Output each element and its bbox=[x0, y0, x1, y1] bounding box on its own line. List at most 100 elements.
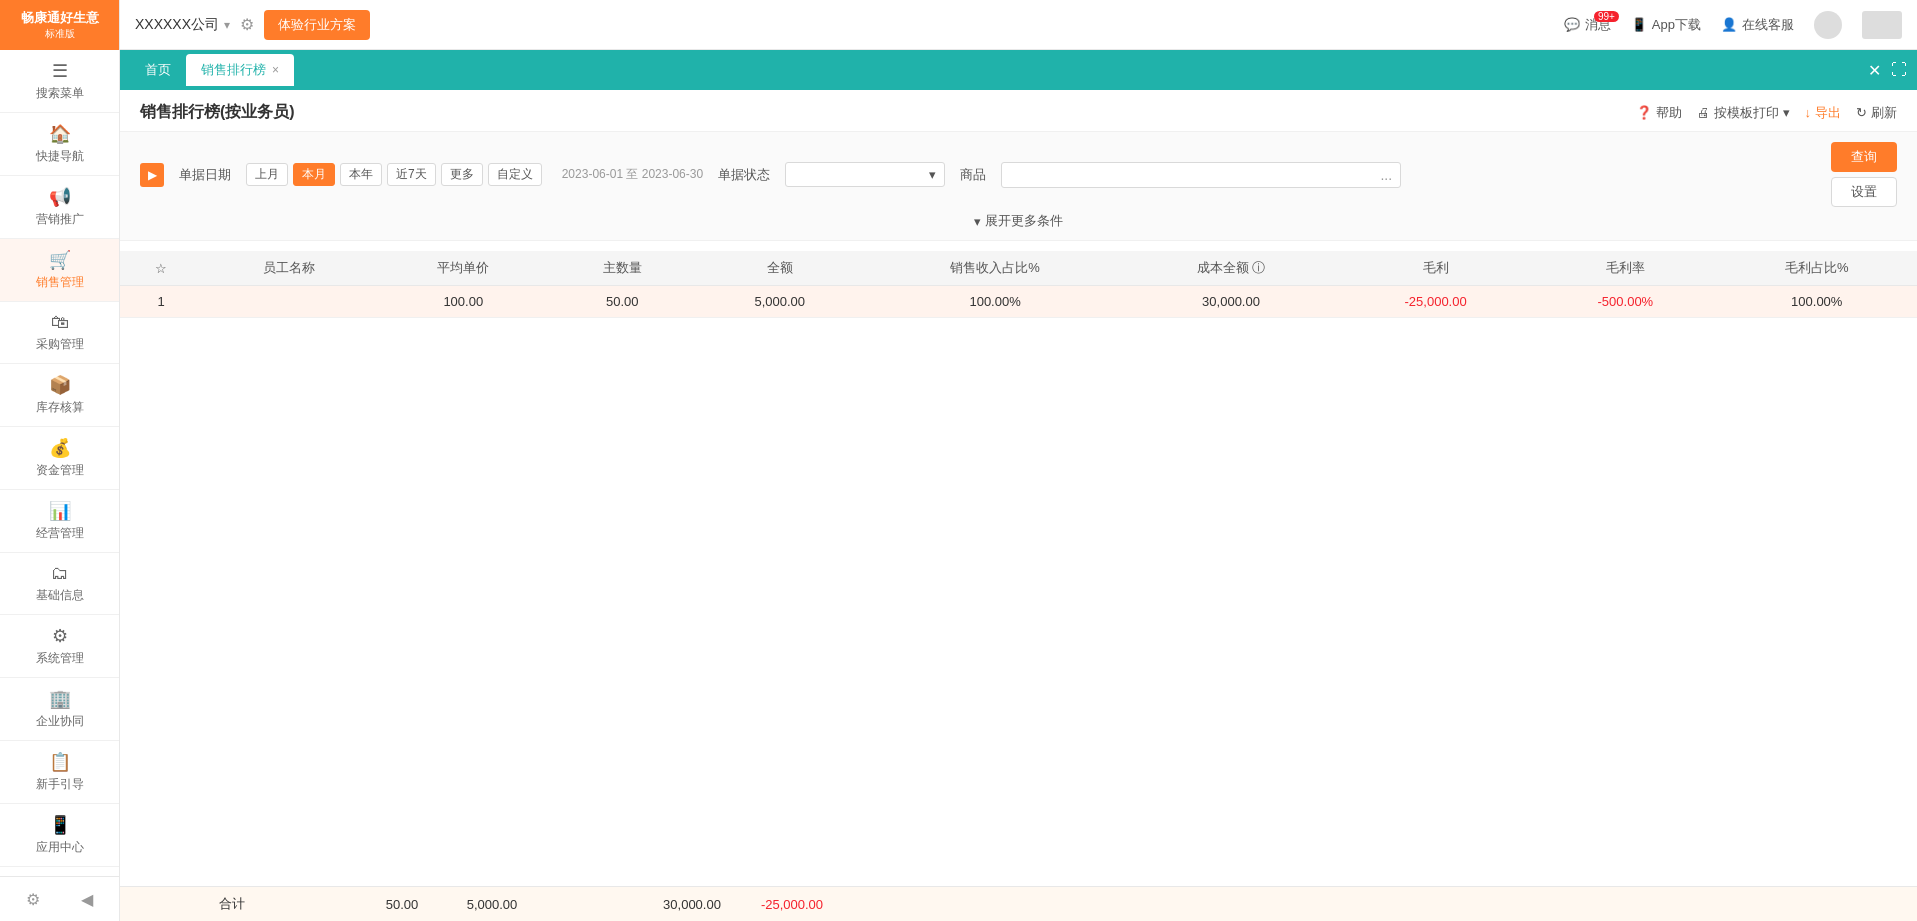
purchase-label: 采购管理 bbox=[36, 336, 84, 353]
goods-more-btn[interactable]: ... bbox=[1380, 167, 1392, 183]
finance-icon: 💰 bbox=[49, 437, 71, 459]
window-restore-btn[interactable]: ⛶ bbox=[1891, 61, 1907, 79]
system-icon: ⚙ bbox=[52, 625, 68, 647]
inventory-icon: 📦 bbox=[49, 374, 71, 396]
message-item[interactable]: 💬 消息 99+ bbox=[1564, 16, 1611, 34]
service-label: 在线客服 bbox=[1742, 16, 1794, 34]
date-range-text: 2023-06-01 至 2023-06-30 bbox=[562, 166, 703, 183]
filter-collapse-icon: ▶ bbox=[148, 168, 157, 182]
app-title: 畅康通好生意 bbox=[21, 9, 99, 27]
marketing-icon: 📢 bbox=[49, 186, 71, 208]
footer-cell-7: -25,000.00 bbox=[742, 897, 842, 912]
date-more-btn[interactable]: 更多 bbox=[441, 163, 483, 186]
filter-collapse-btn[interactable]: ▶ bbox=[140, 163, 164, 187]
col-cost: 成本全额 ⓘ bbox=[1125, 251, 1337, 286]
print-btn[interactable]: 🖨 按模板打印 ▾ bbox=[1697, 104, 1790, 122]
apps-label: 应用中心 bbox=[36, 839, 84, 856]
sidebar-collapse-icon[interactable]: ◀ bbox=[81, 890, 93, 909]
tab-close-icon[interactable]: × bbox=[272, 63, 279, 77]
table-body: 1100.0050.005,000.00100.00%30,000.00-25,… bbox=[120, 286, 1917, 318]
sidebar-item-inventory[interactable]: 📦 库存核算 bbox=[0, 364, 119, 427]
app-icon: 📱 bbox=[1631, 17, 1647, 32]
sidebar-item-apps[interactable]: 📱 应用中心 bbox=[0, 804, 119, 867]
status-select[interactable]: ▾ bbox=[785, 162, 945, 187]
filter-row-2: ▾ 展开更多条件 bbox=[140, 212, 1897, 230]
corp-label: 企业协同 bbox=[36, 713, 84, 730]
settings-btn[interactable]: 设置 bbox=[1831, 177, 1897, 207]
sidebar-item-finance[interactable]: 💰 资金管理 bbox=[0, 427, 119, 490]
date-7days-btn[interactable]: 近7天 bbox=[387, 163, 436, 186]
topbar-settings-icon[interactable]: ⚙ bbox=[240, 15, 254, 34]
purchase-icon: 🛍 bbox=[51, 312, 69, 333]
window-close-btn[interactable]: ✕ bbox=[1868, 61, 1881, 80]
sidebar-item-sales[interactable]: 🛒 销售管理 bbox=[0, 239, 119, 302]
topbar-left: XXXXXX公司 ▾ ⚙ 体验行业方案 bbox=[135, 10, 370, 40]
sidebar-item-marketing[interactable]: 📢 营销推广 bbox=[0, 176, 119, 239]
main-content: XXXXXX公司 ▾ ⚙ 体验行业方案 💬 消息 99+ 📱 App下载 👤 在… bbox=[120, 0, 1917, 921]
col-qty: 主数量 bbox=[550, 251, 694, 286]
avatar[interactable] bbox=[1814, 11, 1842, 39]
tab-sales-rank[interactable]: 销售排行榜 × bbox=[186, 54, 294, 86]
tab-home[interactable]: 首页 bbox=[130, 54, 186, 86]
sidebar-item-guide[interactable]: 📋 新手引导 bbox=[0, 741, 119, 804]
sidebar-item-base[interactable]: 🗂 基础信息 bbox=[0, 553, 119, 615]
data-table: ☆员工名称平均单价主数量全额销售收入占比%成本全额 ⓘ毛利毛利率毛利占比% 11… bbox=[120, 251, 1917, 318]
sidebar-item-wechat[interactable]: 💬 企业微信 bbox=[0, 867, 119, 876]
status-filter-label: 单据状态 bbox=[718, 166, 770, 184]
print-icon: 🖨 bbox=[1697, 105, 1710, 120]
sidebar-item-purchase[interactable]: 🛍 采购管理 bbox=[0, 302, 119, 364]
chevron-down-icon: ▾ bbox=[224, 18, 230, 32]
message-badge: 99+ bbox=[1594, 11, 1619, 22]
footer-cell-3: 50.00 bbox=[362, 897, 442, 912]
goods-select[interactable]: ... bbox=[1001, 162, 1401, 188]
sidebar-item-corp[interactable]: 🏢 企业协同 bbox=[0, 678, 119, 741]
expand-conditions-btn[interactable]: ▾ 展开更多条件 bbox=[974, 212, 1063, 230]
query-btn[interactable]: 查询 bbox=[1831, 142, 1897, 172]
sidebar-item-operations[interactable]: 📊 经营管理 bbox=[0, 490, 119, 553]
footer-cell-4: 5,000.00 bbox=[442, 897, 542, 912]
inventory-label: 库存核算 bbox=[36, 399, 84, 416]
date-custom-btn[interactable]: 自定义 bbox=[488, 163, 542, 186]
page-header: 销售排行榜(按业务员) ❓ 帮助 🖨 按模板打印 ▾ ↓ 导出 ↻ 刷新 bbox=[120, 90, 1917, 132]
sidebar-item-system[interactable]: ⚙ 系统管理 bbox=[0, 615, 119, 678]
company-selector[interactable]: XXXXXX公司 ▾ bbox=[135, 16, 230, 34]
sidebar-item-search-order[interactable]: ☰ 搜索菜单 bbox=[0, 50, 119, 113]
refresh-icon: ↻ bbox=[1856, 105, 1867, 120]
table-footer: 合计50.005,000.0030,000.00-25,000.00 bbox=[120, 886, 1917, 921]
base-icon: 🗂 bbox=[51, 563, 69, 584]
export-icon: ↓ bbox=[1805, 105, 1812, 120]
app-download-item[interactable]: 📱 App下载 bbox=[1631, 16, 1701, 34]
status-chevron-icon: ▾ bbox=[929, 167, 936, 182]
refresh-btn[interactable]: ↻ 刷新 bbox=[1856, 104, 1897, 122]
date-last-month-btn[interactable]: 上月 bbox=[246, 163, 288, 186]
footer-cell-6: 30,000.00 bbox=[642, 897, 742, 912]
finance-label: 资金管理 bbox=[36, 462, 84, 479]
date-range-btns: 上月 本月 本年 近7天 更多 自定义 bbox=[246, 163, 542, 186]
export-label: 导出 bbox=[1815, 104, 1841, 122]
tabbar: 首页 销售排行榜 × ✕ ⛶ bbox=[120, 50, 1917, 90]
filter-bar: ▶ 单据日期 上月 本月 本年 近7天 更多 自定义 2023-06-01 至 … bbox=[120, 132, 1917, 241]
help-icon: ❓ bbox=[1636, 105, 1652, 120]
query-btn-area: 查询 设置 bbox=[1831, 142, 1897, 207]
cell-gross_rate: -500.00% bbox=[1534, 286, 1716, 318]
cell-amount: 5,000.00 bbox=[694, 286, 865, 318]
service-item[interactable]: 👤 在线客服 bbox=[1721, 16, 1794, 34]
sales-icon: 🛒 bbox=[49, 249, 71, 271]
page-title: 销售排行榜(按业务员) bbox=[140, 102, 295, 123]
tab-home-label: 首页 bbox=[145, 61, 171, 79]
sidebar-nav: ☰ 搜索菜单 🏠 快捷导航 📢 营销推广 🛒 销售管理 🛍 采购管理 📦 库存核… bbox=[0, 50, 119, 876]
cell-gross: -25,000.00 bbox=[1337, 286, 1534, 318]
sidebar-item-quick-nav[interactable]: 🏠 快捷导航 bbox=[0, 113, 119, 176]
cell-employee bbox=[202, 286, 376, 318]
export-btn[interactable]: ↓ 导出 bbox=[1805, 104, 1842, 122]
date-this-month-btn[interactable]: 本月 bbox=[293, 163, 335, 186]
guide-label: 新手引导 bbox=[36, 776, 84, 793]
topbar: XXXXXX公司 ▾ ⚙ 体验行业方案 💬 消息 99+ 📱 App下载 👤 在… bbox=[120, 0, 1917, 50]
col-sales_pct: 销售收入占比% bbox=[865, 251, 1125, 286]
trial-btn[interactable]: 体验行业方案 bbox=[264, 10, 370, 40]
topbar-right: 💬 消息 99+ 📱 App下载 👤 在线客服 bbox=[1564, 11, 1902, 39]
tab-sales-rank-label: 销售排行榜 bbox=[201, 61, 266, 79]
date-this-year-btn[interactable]: 本年 bbox=[340, 163, 382, 186]
sidebar-settings-icon[interactable]: ⚙ bbox=[26, 890, 40, 909]
help-btn[interactable]: ❓ 帮助 bbox=[1636, 104, 1682, 122]
